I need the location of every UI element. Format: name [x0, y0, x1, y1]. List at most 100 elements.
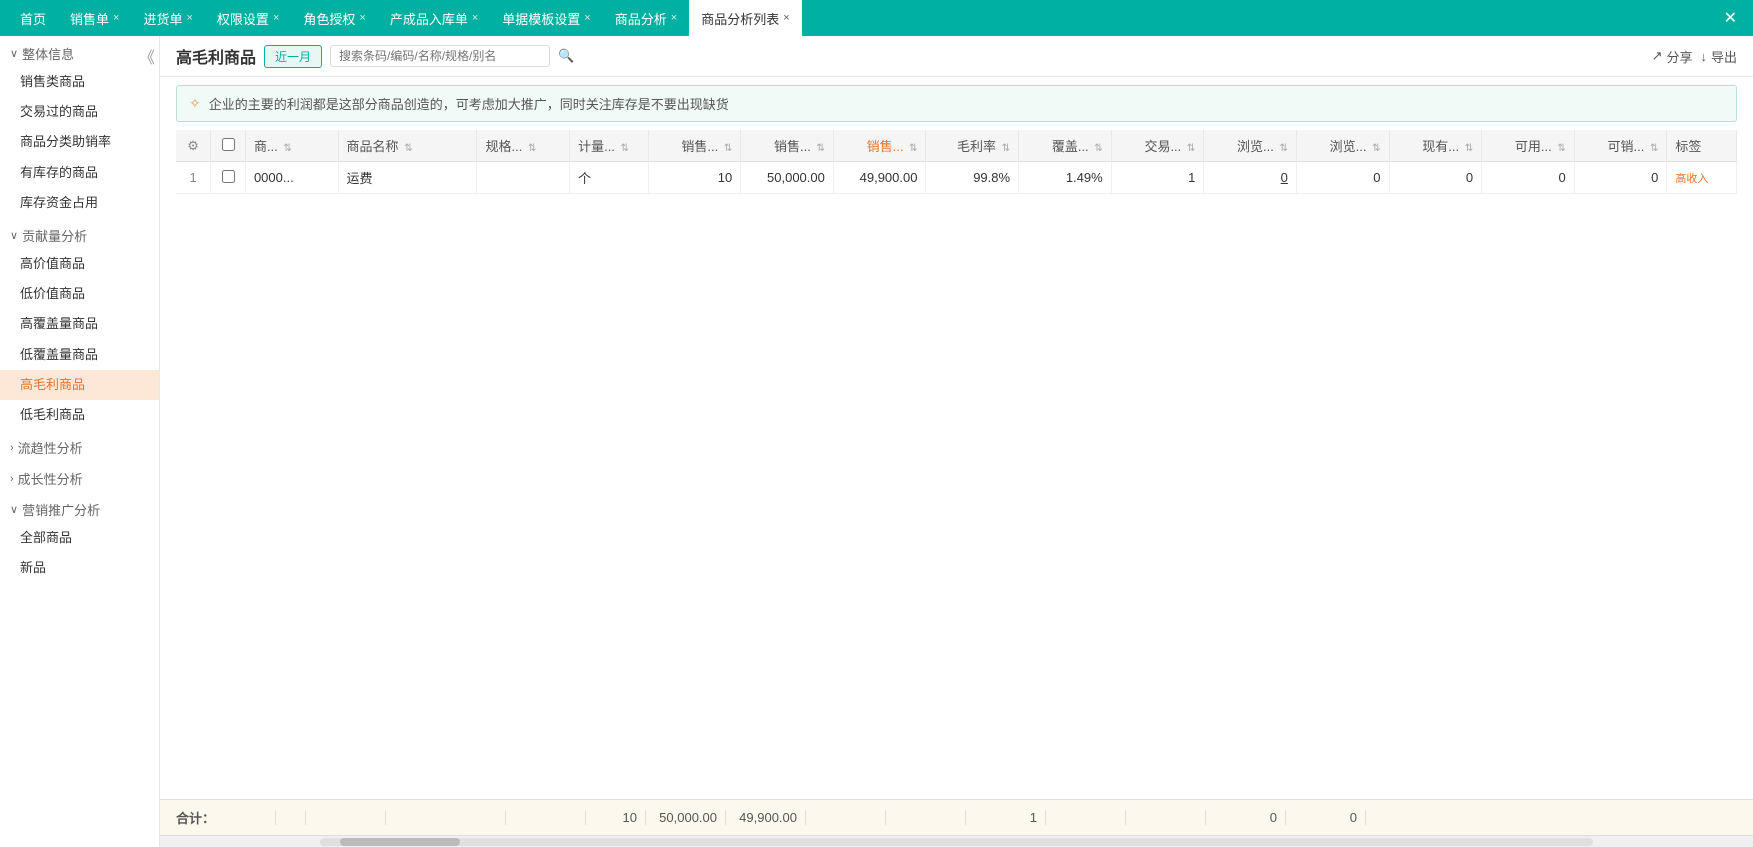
sidebar-group-growth[interactable]: › 成长性分析 — [0, 461, 159, 492]
sidebar-item-new-goods[interactable]: 新品 — [0, 553, 159, 583]
row-checkbox[interactable] — [211, 162, 246, 194]
row-spec — [477, 162, 570, 194]
row-sales-qty: 10 — [648, 162, 741, 194]
sidebar-item-category-rate[interactable]: 商品分类助销率 — [0, 127, 159, 157]
sidebar-group-overall[interactable]: ∨ 整体信息 — [0, 36, 159, 67]
col-coverage[interactable]: 覆盖... ⇅ — [1019, 130, 1112, 162]
sidebar-item-low-value[interactable]: 低价值商品 — [0, 279, 159, 309]
col-sales-profit[interactable]: 销售... ⇅ — [833, 130, 926, 162]
sidebar-collapse-button[interactable]: 《 — [139, 44, 155, 68]
sidebar-item-traded-goods[interactable]: 交易过的商品 — [0, 97, 159, 127]
sort-icon-coverage: ⇅ — [1094, 143, 1102, 154]
nav-product-analysis[interactable]: 商品分析 × — [603, 0, 689, 36]
sort-icon-profit: ⇅ — [909, 143, 917, 154]
nav-close-purchase[interactable]: × — [186, 12, 192, 24]
sort-icon-stock-cur: ⇅ — [1465, 143, 1473, 154]
page-title: 高毛利商品 — [176, 44, 256, 68]
footer-cell-0 — [236, 810, 276, 825]
sidebar-item-low-coverage[interactable]: 低覆盖量商品 — [0, 340, 159, 370]
col-sales-qty[interactable]: 销售... ⇅ — [648, 130, 741, 162]
nav-product-analysis-list[interactable]: 商品分析列表 × — [689, 0, 801, 36]
row-trade: 1 — [1111, 162, 1204, 194]
col-stock-available[interactable]: 可用... ⇅ — [1482, 130, 1575, 162]
top-navigation: 首页 销售单 × 进货单 × 权限设置 × 角色授权 × 产成品入库单 × 单据… — [0, 0, 1753, 36]
sidebar-item-stock-capital[interactable]: 库存资金占用 — [0, 188, 159, 218]
col-sales-amount[interactable]: 销售... ⇅ — [741, 130, 834, 162]
export-icon: ↓ — [1700, 49, 1707, 64]
row-select-checkbox[interactable] — [222, 170, 235, 183]
footer-cell-3 — [386, 810, 506, 825]
sidebar-item-high-coverage[interactable]: 高覆盖量商品 — [0, 309, 159, 339]
select-all-checkbox[interactable] — [222, 138, 235, 151]
row-name: 运费 — [338, 162, 477, 194]
sidebar-group-marketing[interactable]: ∨ 营销推广分析 — [0, 492, 159, 523]
footer-cell-5: 10 — [586, 810, 646, 825]
sidebar: 《 ∨ 整体信息 销售类商品 交易过的商品 商品分类助销率 有库存的商品 库存资… — [0, 36, 160, 847]
arrow-right-icon-2: › — [10, 473, 14, 485]
nav-close-analysis-list[interactable]: × — [783, 12, 789, 24]
sidebar-group-trend[interactable]: › 流趋性分析 — [0, 430, 159, 461]
scrollbar-thumb[interactable] — [340, 838, 460, 846]
col-product-code[interactable]: 商... ⇅ — [245, 130, 338, 162]
sidebar-item-sales-goods[interactable]: 销售类商品 — [0, 67, 159, 97]
nav-template-settings[interactable]: 单据模板设置 × — [490, 0, 602, 36]
footer-cell-13: 0 — [1206, 810, 1286, 825]
table-body: 1 0000... 运费 个 10 50,000.00 49,900.00 99… — [176, 162, 1737, 194]
col-gross-rate[interactable]: 毛利率 ⇅ — [926, 130, 1019, 162]
col-spec[interactable]: 规格... ⇅ — [477, 130, 570, 162]
nav-home[interactable]: 首页 — [8, 0, 58, 36]
col-unit[interactable]: 计量... ⇅ — [570, 130, 649, 162]
col-trade[interactable]: 交易... ⇅ — [1111, 130, 1204, 162]
sort-icon-browse1: ⇅ — [1280, 143, 1288, 154]
window-close-button[interactable]: ✕ — [1716, 8, 1745, 28]
export-button[interactable]: ↓ 导出 — [1700, 47, 1737, 66]
col-browse2[interactable]: 浏览... ⇅ — [1296, 130, 1389, 162]
col-product-name[interactable]: 商品名称 ⇅ — [338, 130, 477, 162]
search-input[interactable] — [330, 45, 550, 67]
nav-product-inbound[interactable]: 产成品入库单 × — [378, 0, 490, 36]
footer-cell-14: 0 — [1286, 810, 1366, 825]
col-browse1[interactable]: 浏览... ⇅ — [1204, 130, 1297, 162]
footer-cell-11 — [1046, 810, 1126, 825]
header-actions: ↗ 分享 ↓ 导出 — [1652, 47, 1737, 66]
col-checkbox[interactable] — [211, 130, 246, 162]
arrow-down-icon-3: ∨ — [10, 503, 18, 516]
footer-cell-2 — [306, 810, 386, 825]
row-browse1[interactable]: 0 — [1204, 162, 1297, 194]
col-tag[interactable]: 标签 — [1667, 130, 1737, 162]
sidebar-group-contribution[interactable]: ∨ 贡献量分析 — [0, 218, 159, 249]
sort-icon-gross: ⇅ — [1002, 143, 1010, 154]
nav-permissions[interactable]: 权限设置 × — [205, 0, 291, 36]
sidebar-item-all-goods[interactable]: 全部商品 — [0, 523, 159, 553]
sidebar-item-low-margin[interactable]: 低毛利商品 — [0, 400, 159, 430]
nav-close-inbound[interactable]: × — [472, 12, 478, 24]
col-stock-current[interactable]: 现有... ⇅ — [1389, 130, 1482, 162]
nav-roles[interactable]: 角色授权 × — [291, 0, 377, 36]
table-header: ⚙ 商... ⇅ 商品名称 ⇅ — [176, 130, 1737, 162]
nav-close-template[interactable]: × — [584, 12, 590, 24]
nav-purchase-order[interactable]: 进货单 × — [131, 0, 204, 36]
filter-recent-month-button[interactable]: 近一月 — [264, 45, 322, 68]
share-button[interactable]: ↗ 分享 — [1652, 47, 1693, 66]
nav-close-analysis[interactable]: × — [671, 12, 677, 24]
search-button[interactable]: 🔍 — [558, 47, 574, 65]
nav-sales-order[interactable]: 销售单 × — [58, 0, 131, 36]
sidebar-item-stocked-goods[interactable]: 有库存的商品 — [0, 158, 159, 188]
sort-icon-stock-sell: ⇅ — [1650, 143, 1658, 154]
sort-icon-browse2: ⇅ — [1372, 143, 1380, 154]
sort-icon-trade: ⇅ — [1187, 143, 1195, 154]
footer-cell-9 — [886, 810, 966, 825]
nav-close-permissions[interactable]: × — [273, 12, 279, 24]
col-settings[interactable]: ⚙ — [176, 130, 211, 162]
sidebar-item-high-margin[interactable]: 高毛利商品 — [0, 370, 159, 400]
nav-close-sales[interactable]: × — [113, 12, 119, 24]
info-icon: ✧ — [189, 95, 201, 112]
horizontal-scrollbar[interactable] — [160, 835, 1753, 847]
row-seq: 1 — [176, 162, 211, 194]
nav-close-roles[interactable]: × — [359, 12, 365, 24]
col-stock-sellable[interactable]: 可销... ⇅ — [1574, 130, 1667, 162]
sort-icon-stock-avail: ⇅ — [1557, 143, 1565, 154]
share-icon: ↗ — [1652, 48, 1663, 64]
table-wrapper: ⚙ 商... ⇅ 商品名称 ⇅ — [160, 130, 1753, 799]
sidebar-item-high-value[interactable]: 高价值商品 — [0, 249, 159, 279]
